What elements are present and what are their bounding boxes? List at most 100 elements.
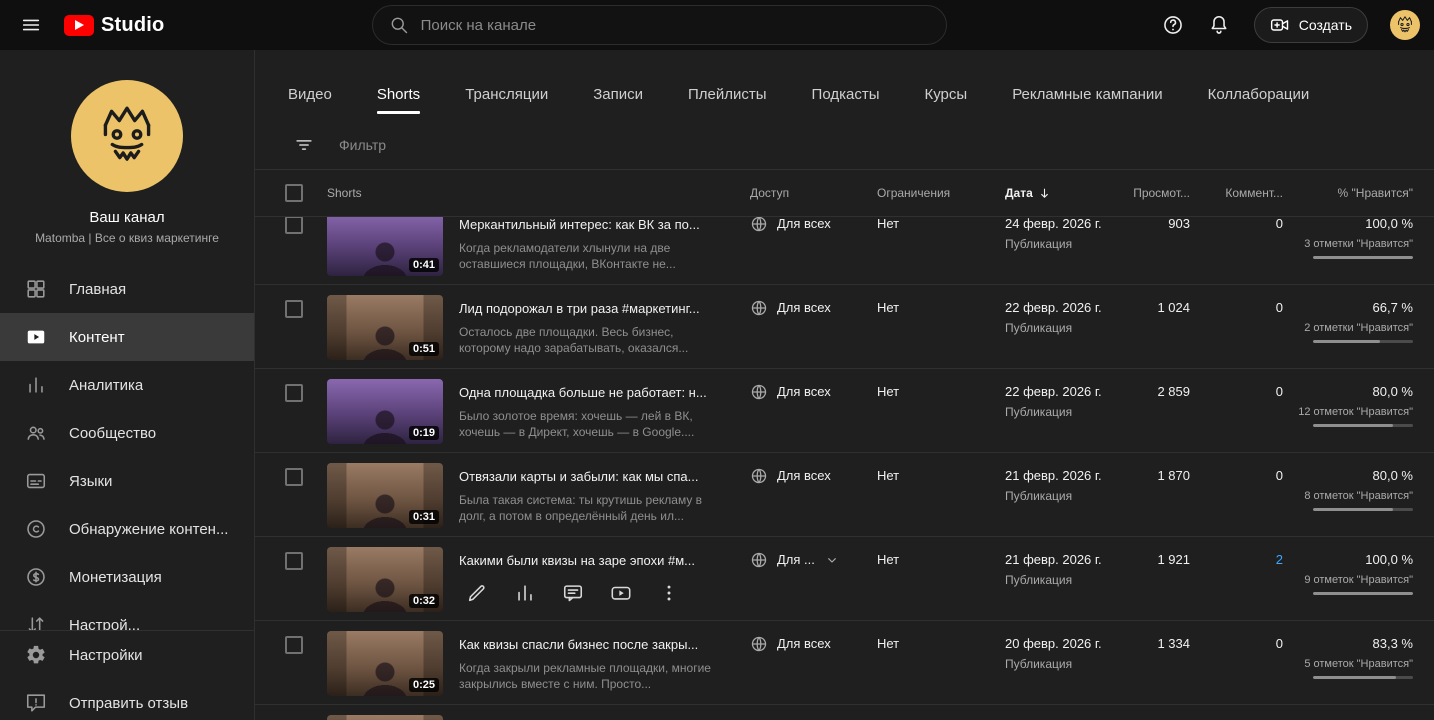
sidebar-item-1[interactable]: Контент [0, 313, 254, 361]
col-restrictions[interactable]: Ограничения [877, 186, 1005, 200]
row-checkbox[interactable] [285, 552, 303, 570]
help-button[interactable] [1154, 6, 1192, 44]
video-thumbnail[interactable]: 0:41 [327, 217, 443, 276]
channel-avatar[interactable] [71, 80, 183, 192]
video-title[interactable]: Лид подорожал в три раза #маркетинг... [459, 300, 739, 318]
youtube-action-button[interactable] [609, 582, 632, 605]
subtitles-icon [25, 470, 47, 492]
video-thumbnail[interactable]: 0:19 [327, 379, 443, 444]
table-row[interactable]: 0:32 Какими были квизы на заре эпохи #м.… [255, 537, 1434, 621]
tab-2[interactable]: Трансляции [465, 50, 548, 120]
studio-logo[interactable]: Studio [64, 14, 164, 37]
table-row[interactable]: 0:31 Отвязали карты и забыли: как мы спа… [255, 453, 1434, 537]
video-thumbnail[interactable]: 0:31 [327, 463, 443, 528]
row-checkbox[interactable] [285, 217, 303, 234]
likes-count-note: 8 отметок "Нравится" [1304, 490, 1413, 502]
col-date[interactable]: Дата [1005, 186, 1128, 201]
tabs: Видео Shorts Трансляции Записи Плейлисты Подк… [255, 50, 1434, 120]
video-thumbnail[interactable] [327, 715, 443, 720]
views-value: 1 870 [1157, 468, 1190, 483]
table-row[interactable]: 0:25 Как квизы спасли бизнес после закры… [255, 621, 1434, 705]
tab-5[interactable]: Подкасты [812, 50, 880, 120]
bell-icon [1208, 14, 1230, 36]
sidebar-item-3[interactable]: Сообщество [0, 409, 254, 457]
table-row[interactable] [255, 705, 1434, 720]
row-checkbox[interactable] [285, 300, 303, 318]
chevron-down-icon[interactable] [824, 552, 840, 568]
tab-7[interactable]: Рекламные кампании [1012, 50, 1162, 120]
col-shorts[interactable]: Shorts [327, 186, 750, 200]
notifications-button[interactable] [1200, 6, 1238, 44]
create-button[interactable]: Создать [1253, 7, 1368, 43]
tab-1[interactable]: Shorts [376, 50, 421, 120]
access-cell: Для всех [750, 285, 877, 317]
comments-value[interactable]: 0 [1190, 453, 1283, 483]
tab-6[interactable]: Курсы [924, 50, 967, 120]
video-title[interactable]: Как квизы спасли бизнес после закры... [459, 636, 739, 654]
table-row[interactable]: 0:41 Меркантильный интерес: как ВК за по… [255, 217, 1434, 285]
comments-value[interactable]: 0 [1190, 621, 1283, 651]
video-title[interactable]: Отвязали карты и забыли: как мы спа... [459, 468, 739, 486]
video-description: Было золотое время: хочешь — лей в ВК, х… [459, 409, 695, 439]
sidebar: Ваш канал Matomba | Все о квиз маркетинг… [0, 50, 255, 720]
comments-value[interactable]: 0 [1190, 285, 1283, 315]
sidebar-item-0[interactable]: Главная [0, 265, 254, 313]
youtube-logo-icon [64, 14, 94, 36]
edit-action-button[interactable] [465, 582, 488, 605]
sidebar-item-4[interactable]: Языки [0, 457, 254, 505]
sort-descending-icon [1037, 186, 1052, 201]
date-cell [1005, 705, 1128, 720]
tab-3[interactable]: Записи [593, 50, 643, 120]
video-description: Была такая система: ты крутишь рекламу в… [459, 493, 703, 523]
kebab-action-button[interactable] [657, 582, 680, 605]
comments-value[interactable]: 0 [1190, 369, 1283, 399]
row-checkbox[interactable] [285, 636, 303, 654]
row-checkbox[interactable] [285, 384, 303, 402]
content-icon [25, 326, 47, 348]
duration-badge: 0:51 [408, 342, 439, 356]
create-label: Создать [1298, 17, 1352, 33]
restrictions-value: Нет [877, 300, 900, 315]
main-content: Видео Shorts Трансляции Записи Плейлисты Подк… [255, 50, 1434, 720]
tab-8[interactable]: Коллаборации [1208, 50, 1310, 120]
video-title[interactable]: Одна площадка больше не работает: н... [459, 384, 739, 402]
col-access[interactable]: Доступ [750, 186, 877, 200]
filter-label[interactable]: Фильтр [339, 137, 386, 153]
analytics-icon [25, 374, 47, 396]
comments-value[interactable] [1190, 705, 1283, 720]
globe-icon [750, 383, 768, 401]
col-likes[interactable]: % "Нравится" [1283, 186, 1413, 200]
col-views[interactable]: Просмот... [1128, 186, 1190, 200]
comments-value[interactable]: 2 [1190, 537, 1283, 567]
search-input[interactable] [420, 16, 930, 34]
tab-4[interactable]: Плейлисты [688, 50, 767, 120]
sidebar-bottom-item-1[interactable]: Отправить отзыв [0, 679, 254, 720]
table-rows: 0:41 Меркантильный интерес: как ВК за по… [255, 217, 1434, 720]
menu-button[interactable] [12, 6, 50, 44]
video-title[interactable]: Какими были квизы на заре эпохи #м... [459, 552, 739, 570]
table-row[interactable]: 0:51 Лид подорожал в три раза #маркетинг… [255, 285, 1434, 369]
analytics-action-button[interactable] [513, 582, 536, 605]
video-title[interactable]: Меркантильный интерес: как ВК за по... [459, 217, 739, 234]
filter-icon[interactable] [293, 134, 315, 156]
col-comments[interactable]: Коммент... [1190, 186, 1283, 200]
likes-ratio-bar [1313, 592, 1413, 595]
sidebar-item-6[interactable]: Монетизация [0, 553, 254, 601]
sidebar-item-5[interactable]: Обнаружение контен... [0, 505, 254, 553]
account-avatar[interactable] [1390, 10, 1420, 40]
row-checkbox[interactable] [285, 468, 303, 486]
views-value: 2 859 [1157, 384, 1190, 399]
globe-icon [750, 299, 768, 317]
comments-action-button[interactable] [561, 582, 584, 605]
table-row[interactable]: 0:19 Одна площадка больше не работает: н… [255, 369, 1434, 453]
video-thumbnail[interactable]: 0:51 [327, 295, 443, 360]
video-thumbnail[interactable]: 0:25 [327, 631, 443, 696]
select-all-checkbox[interactable] [285, 184, 303, 202]
tab-0[interactable]: Видео [288, 50, 332, 120]
video-thumbnail[interactable]: 0:32 [327, 547, 443, 612]
duration-badge: 0:25 [408, 678, 439, 692]
sidebar-item-2[interactable]: Аналитика [0, 361, 254, 409]
comments-value[interactable]: 0 [1190, 217, 1283, 231]
sidebar-bottom-item-0[interactable]: Настройки [0, 631, 254, 679]
date-value: 21 февр. 2026 г. [1005, 552, 1102, 567]
